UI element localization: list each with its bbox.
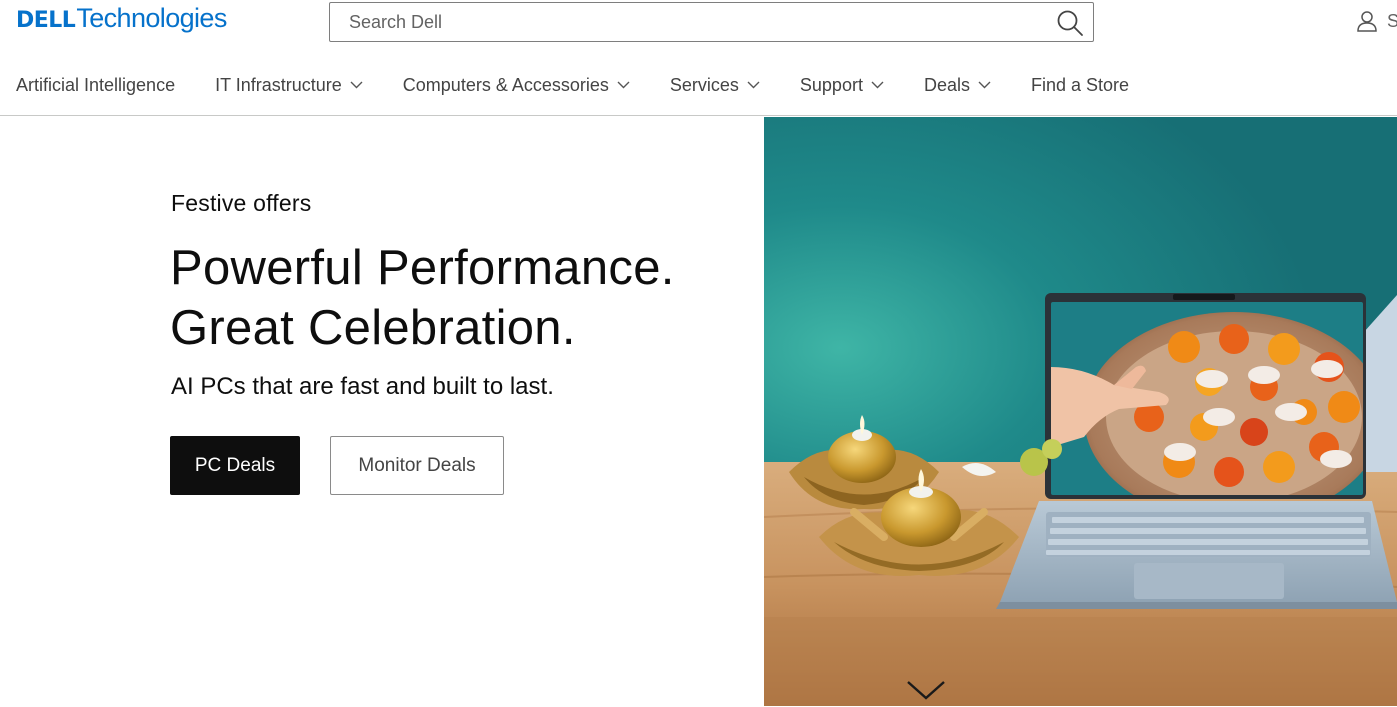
hero-headline: Powerful Performance. Great Celebration. <box>170 238 675 358</box>
nav-item-support[interactable]: Support <box>800 75 884 96</box>
dell-technologies-logo[interactable]: DELL Technologies <box>16 3 227 39</box>
pc-deals-button[interactable]: PC Deals <box>170 436 300 495</box>
festive-laptop-image <box>764 117 1397 706</box>
hero-headline-line-2: Great Celebration. <box>170 301 576 355</box>
nav-item-artificial-intelligence[interactable]: Artificial Intelligence <box>16 75 175 96</box>
nav-item-label: Find a Store <box>1030 74 1130 95</box>
search-icon <box>1057 10 1083 36</box>
nav-item-services[interactable]: Services <box>670 75 760 96</box>
hero-eyebrow: Festive offers <box>171 190 312 216</box>
nav-item-label: Computers & Accessories <box>402 74 609 95</box>
account-label: S <box>1387 10 1397 31</box>
logo-dell-wordmark: DELL <box>16 8 76 33</box>
nav-item-deals[interactable]: Deals <box>924 75 991 96</box>
hero-text-panel <box>0 117 764 706</box>
chevron-down-icon <box>350 81 363 89</box>
nav-item-label: Deals <box>923 74 970 95</box>
logo-technologies-wordmark: Technologies <box>76 3 227 33</box>
search-button[interactable] <box>1055 8 1085 38</box>
nav-item-find-a-store[interactable]: Find a Store <box>1031 75 1129 96</box>
site-header: DELL Technologies S Artificial Intellige… <box>0 0 1397 116</box>
chevron-down-icon <box>617 81 630 89</box>
chevron-down-icon[interactable] <box>906 678 946 702</box>
hero-subhead: AI PCs that are fast and built to last. <box>171 373 554 400</box>
hero-headline-line-1: Powerful Performance. <box>170 241 675 295</box>
chevron-down-icon <box>978 81 991 89</box>
user-icon <box>1357 11 1377 32</box>
search-input[interactable] <box>330 3 1030 41</box>
chevron-down-icon <box>747 81 760 89</box>
nav-item-label: Services <box>669 74 739 95</box>
nav-item-label: IT Infrastructure <box>215 74 342 95</box>
nav-item-label: Support <box>799 74 863 95</box>
account-menu[interactable]: S <box>1356 10 1397 32</box>
monitor-deals-button[interactable]: Monitor Deals <box>330 436 504 495</box>
chevron-down-icon <box>871 81 884 89</box>
main-navigation: Artificial Intelligence IT Infrastructur… <box>16 68 1129 102</box>
nav-item-it-infrastructure[interactable]: IT Infrastructure <box>215 75 363 96</box>
nav-item-computers-accessories[interactable]: Computers & Accessories <box>403 75 630 96</box>
nav-item-label: Artificial Intelligence <box>16 74 176 95</box>
search-bar <box>329 2 1094 42</box>
